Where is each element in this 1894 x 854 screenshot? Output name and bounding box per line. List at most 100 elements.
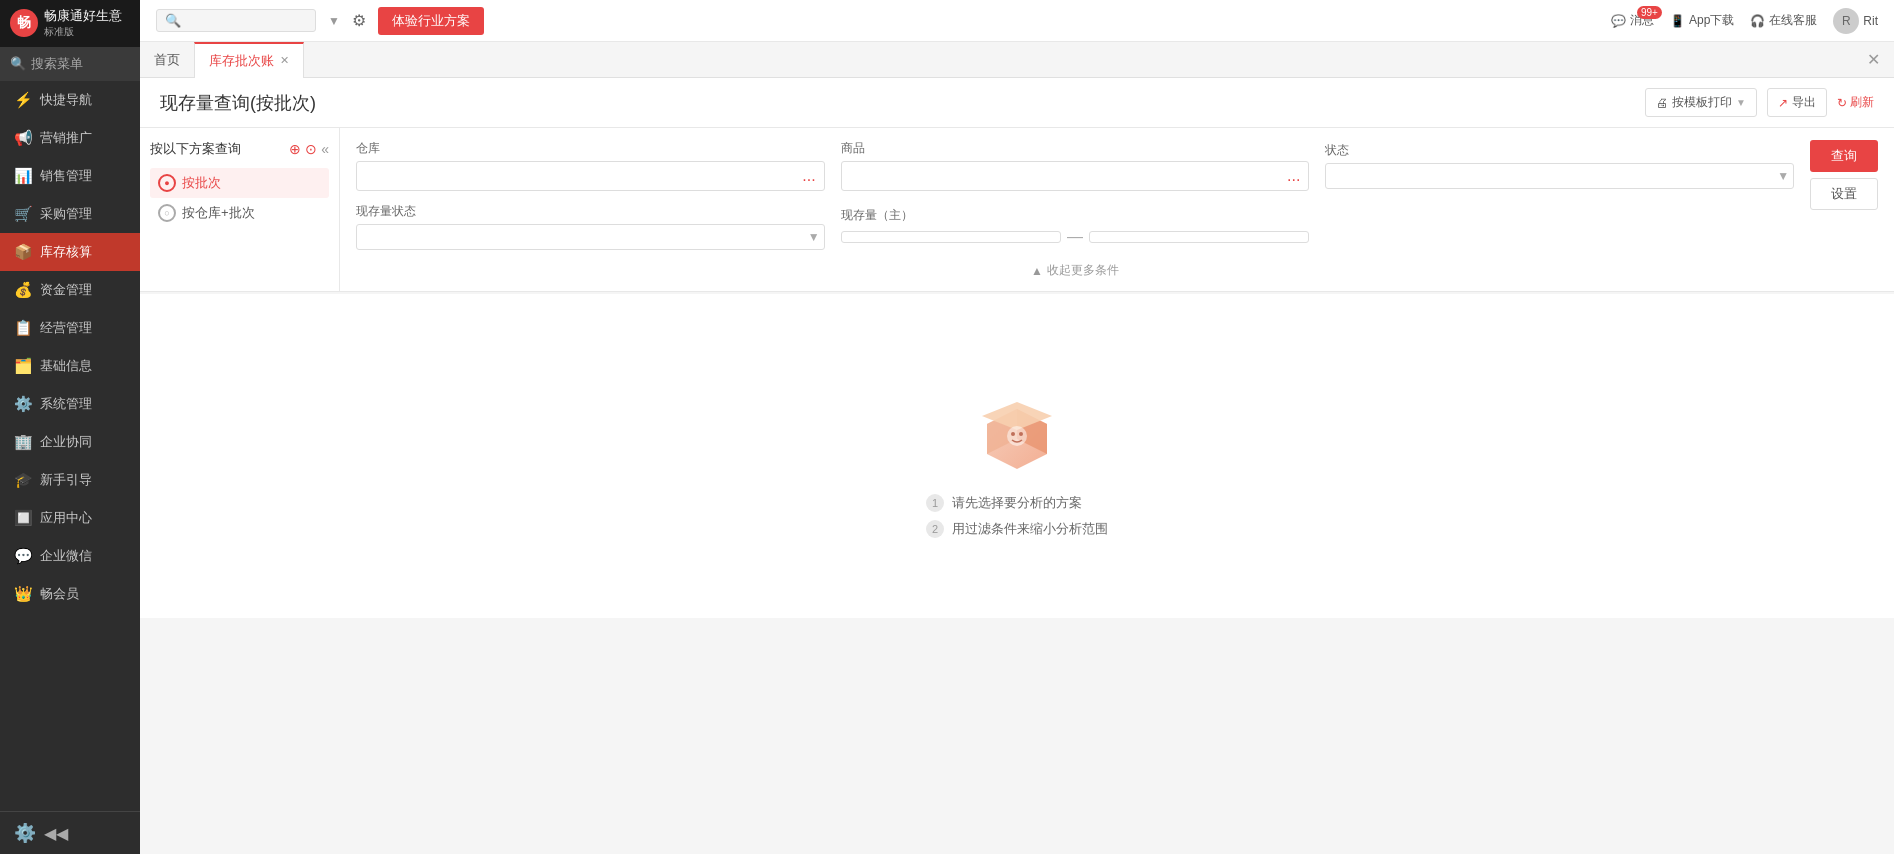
system-icon: ⚙️ <box>14 395 32 413</box>
refresh-btn[interactable]: ↻ 刷新 <box>1837 94 1874 111</box>
sidebar-search-menu[interactable]: 🔍 搜索菜单 <box>0 47 140 81</box>
settings-btn[interactable]: 设置 <box>1810 178 1878 210</box>
tab-batch-account[interactable]: 库存批次账 ✕ <box>194 42 304 78</box>
main-content: 🔍 ▼ ⚙ 体验行业方案 💬 消息 99+ 📱 App下载 🎧 在线客服 R <box>140 0 1894 854</box>
sidebar-item-basic[interactable]: 🗂️ 基础信息 <box>0 347 140 385</box>
topbar: 🔍 ▼ ⚙ 体验行业方案 💬 消息 99+ 📱 App下载 🎧 在线客服 R <box>140 0 1894 42</box>
status-field: 状态 ▼ <box>1325 142 1794 189</box>
filter-row-1: 仓库 ... 商品 ... <box>356 140 1794 191</box>
filter-fields-area: 仓库 ... 商品 ... <box>356 140 1794 279</box>
member-icon: 👑 <box>14 585 32 603</box>
warehouse-input[interactable]: ... <box>356 161 825 191</box>
stock-qty-field: 现存量（主） — <box>841 207 1310 246</box>
svg-point-5 <box>1011 432 1015 436</box>
tab-close-icon[interactable]: ✕ <box>280 54 289 67</box>
status-label: 状态 <box>1325 142 1794 159</box>
topbar-search-input[interactable] <box>186 14 307 28</box>
sidebar-label-guide: 新手引导 <box>40 471 92 489</box>
scheme-outline-icon: ○ <box>158 204 176 222</box>
stock-qty-max-input[interactable] <box>1089 231 1309 243</box>
scheme-label-by-batch: 按批次 <box>182 174 221 192</box>
page-content: 现存量查询(按批次) 🖨 按模板打印 ▼ ↗ 导出 ↻ 刷新 <box>140 78 1894 854</box>
status-input[interactable]: ▼ <box>1325 163 1794 189</box>
collapse-conditions-btn[interactable]: ▲ 收起更多条件 <box>356 262 1794 279</box>
app-subtitle: 标准版 <box>44 25 122 39</box>
marketing-icon: 📢 <box>14 129 32 147</box>
sidebar-item-system[interactable]: ⚙️ 系统管理 <box>0 385 140 423</box>
export-btn[interactable]: ↗ 导出 <box>1767 88 1827 117</box>
purchase-icon: 🛒 <box>14 205 32 223</box>
stock-status-input[interactable]: ▼ <box>356 224 825 250</box>
sidebar: 畅 畅康通好生意 标准版 🔍 搜索菜单 ⚡ 快捷导航 📢 营销推广 📊 销售管理… <box>0 0 140 854</box>
search-menu-label: 搜索菜单 <box>31 55 83 73</box>
sidebar-item-corp-wechat[interactable]: 💬 企业微信 <box>0 537 140 575</box>
scheme-item-by-batch[interactable]: ● 按批次 <box>150 168 329 198</box>
trial-btn[interactable]: 体验行业方案 <box>378 7 484 35</box>
sidebar-label-basic: 基础信息 <box>40 357 92 375</box>
empty-tip-1: 1 请先选择要分析的方案 <box>926 494 1108 512</box>
empty-tip-2-text: 用过滤条件来缩小分析范围 <box>952 520 1108 538</box>
printer-icon: 🖨 <box>1656 96 1668 110</box>
sidebar-item-app-center[interactable]: 🔲 应用中心 <box>0 499 140 537</box>
warehouse-label: 仓库 <box>356 140 825 157</box>
inventory-icon: 📦 <box>14 243 32 261</box>
sidebar-label-marketing: 营销推广 <box>40 129 92 147</box>
topbar-search-box[interactable]: 🔍 <box>156 9 316 32</box>
collapse-label: 收起更多条件 <box>1047 262 1119 279</box>
tab-home[interactable]: 首页 <box>140 42 194 78</box>
sidebar-item-guide[interactable]: 🎓 新手引导 <box>0 461 140 499</box>
sidebar-item-purchase[interactable]: 🛒 采购管理 <box>0 195 140 233</box>
topbar-search-chevron-icon[interactable]: ▼ <box>328 14 340 28</box>
tabbar: 首页 库存批次账 ✕ ✕ <box>140 42 1894 78</box>
app-download-icon: 📱 <box>1670 14 1685 28</box>
filter-actions-row: 仓库 ... 商品 ... <box>356 140 1878 279</box>
sidebar-item-marketing[interactable]: 📢 营销推广 <box>0 119 140 157</box>
sidebar-item-quick-nav[interactable]: ⚡ 快捷导航 <box>0 81 140 119</box>
collapse-sidebar-icon[interactable]: ◀◀ <box>44 824 68 843</box>
scheme-settings-icon[interactable]: ⊙ <box>305 141 317 157</box>
add-scheme-icon[interactable]: ⊕ <box>289 141 301 157</box>
sidebar-item-member[interactable]: 👑 畅会员 <box>0 575 140 613</box>
corp-icon: 🏢 <box>14 433 32 451</box>
sidebar-item-corp[interactable]: 🏢 企业协同 <box>0 423 140 461</box>
sidebar-label-corp: 企业协同 <box>40 433 92 451</box>
empty-state: 1 请先选择要分析的方案 2 用过滤条件来缩小分析范围 <box>140 294 1894 618</box>
product-dots-icon[interactable]: ... <box>1287 167 1300 185</box>
print-btn[interactable]: 🖨 按模板打印 ▼ <box>1645 88 1757 117</box>
online-service-btn[interactable]: 🎧 在线客服 <box>1750 12 1817 29</box>
filter-area: 按以下方案查询 ⊕ ⊙ « ● 按批次 ○ 按仓库+批次 <box>140 128 1894 292</box>
operations-icon: 📋 <box>14 319 32 337</box>
headset-icon: 🎧 <box>1750 14 1765 28</box>
app-center-icon: 🔲 <box>14 509 32 527</box>
product-label: 商品 <box>841 140 1310 157</box>
topbar-search-icon: 🔍 <box>165 13 181 28</box>
sidebar-label-member: 畅会员 <box>40 585 79 603</box>
tab-close-outer-btn[interactable]: ✕ <box>1853 50 1894 69</box>
sidebar-item-finance[interactable]: 💰 资金管理 <box>0 271 140 309</box>
sidebar-item-operations[interactable]: 📋 经营管理 <box>0 309 140 347</box>
stock-qty-separator: — <box>1067 228 1083 246</box>
tip-num-2: 2 <box>926 520 944 538</box>
chevron-up-icon: ▲ <box>1031 264 1043 278</box>
scheme-item-by-warehouse-batch[interactable]: ○ 按仓库+批次 <box>150 198 329 228</box>
tab-batch-account-label: 库存批次账 <box>209 52 274 70</box>
user-btn[interactable]: R Rit <box>1833 8 1878 34</box>
query-btn[interactable]: 查询 <box>1810 140 1878 172</box>
collapse-scheme-icon[interactable]: « <box>321 141 329 157</box>
topbar-settings-icon[interactable]: ⚙ <box>352 11 366 30</box>
warehouse-dots-icon[interactable]: ... <box>802 167 815 185</box>
product-input[interactable]: ... <box>841 161 1310 191</box>
stock-status-dropdown-icon[interactable]: ▼ <box>808 230 820 244</box>
status-dropdown-icon[interactable]: ▼ <box>1777 169 1789 183</box>
settings-gear-icon[interactable]: ⚙️ <box>14 822 36 844</box>
tab-home-label: 首页 <box>154 51 180 69</box>
sidebar-label-system: 系统管理 <box>40 395 92 413</box>
message-btn[interactable]: 💬 消息 99+ <box>1611 12 1654 29</box>
app-download-btn[interactable]: 📱 App下载 <box>1670 12 1734 29</box>
tip-num-1: 1 <box>926 494 944 512</box>
stock-qty-min-input[interactable] <box>841 231 1061 243</box>
topbar-right: 💬 消息 99+ 📱 App下载 🎧 在线客服 R Rit <box>1611 8 1878 34</box>
app-download-label: App下载 <box>1689 12 1734 29</box>
sidebar-item-inventory[interactable]: 📦 库存核算 <box>0 233 140 271</box>
sidebar-item-sales[interactable]: 📊 销售管理 <box>0 157 140 195</box>
